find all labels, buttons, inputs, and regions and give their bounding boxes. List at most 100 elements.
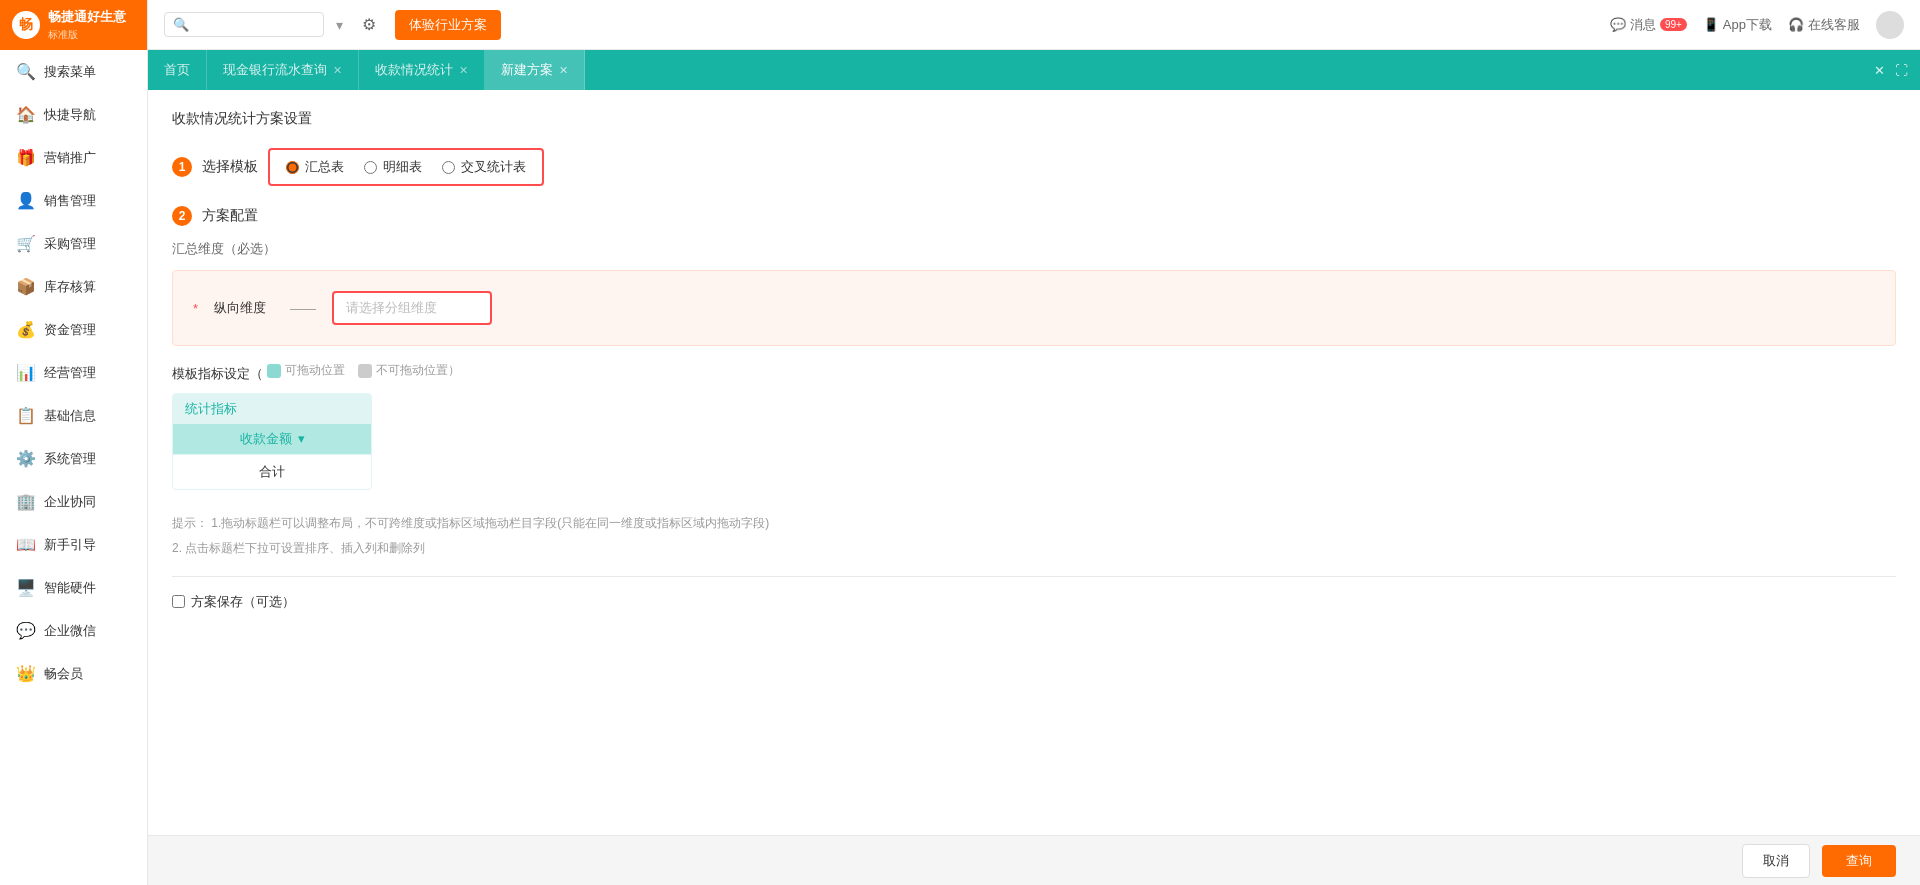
template-radio-group: 汇总表 明细表 交叉统计表: [268, 148, 544, 186]
section1-num: 1: [172, 157, 192, 177]
metrics-label-text: 模板指标设定（ 可拖动位置 不可拖动位置）: [172, 362, 460, 383]
radio-cross-input[interactable]: [442, 161, 455, 174]
sidebar-item-system[interactable]: ⚙️ 系统管理: [0, 437, 147, 480]
radio-detail[interactable]: 明细表: [364, 158, 422, 176]
sidebar-item-inventory[interactable]: 📦 库存核算: [0, 265, 147, 308]
sidebar-item-purchase[interactable]: 🛒 采购管理: [0, 222, 147, 265]
section1-header: 1 选择模板 汇总表 明细表 交叉统计表: [172, 148, 1896, 186]
tab-new-plan-close[interactable]: ✕: [559, 64, 568, 77]
tab-cash-bank-close[interactable]: ✕: [333, 64, 342, 77]
tab-cash-bank[interactable]: 现金银行流水查询 ✕: [207, 50, 359, 90]
support-button[interactable]: 🎧 在线客服: [1788, 16, 1860, 34]
sidebar-item-enterprise-coop[interactable]: 🏢 企业协同: [0, 480, 147, 523]
save-checkbox[interactable]: [172, 595, 185, 608]
sidebar-logo: 畅 畅捷通好生意 标准版: [0, 0, 147, 50]
tab-cash-bank-label: 现金银行流水查询: [223, 61, 327, 79]
section2-num: 2: [172, 206, 192, 226]
sidebar-item-operations[interactable]: 📊 经营管理: [0, 351, 147, 394]
non-draggable-dot: [358, 364, 372, 378]
vip-icon: 👑: [16, 664, 36, 683]
arrow-icon: ——: [290, 301, 316, 316]
sidebar-item-finance[interactable]: 💰 资金管理: [0, 308, 147, 351]
dimension-section-label: 汇总维度（必选）: [172, 240, 1896, 258]
search-menu-icon: 🔍: [16, 62, 36, 81]
sidebar-item-label: 智能硬件: [44, 579, 96, 597]
enterprise-wechat-icon: 💬: [16, 621, 36, 640]
tab-close-all-icon[interactable]: ✕: [1874, 63, 1885, 78]
non-draggable-label: 不可拖动位置）: [376, 362, 460, 379]
tip-1: 提示： 1.拖动标题栏可以调整布局，不可跨维度或指标区域拖动栏目字段(只能在同一…: [172, 513, 1896, 535]
logo-icon: 畅: [12, 11, 40, 39]
quick-nav-icon: 🏠: [16, 105, 36, 124]
tab-collection-stats-label: 收款情况统计: [375, 61, 453, 79]
metrics-section: 模板指标设定（ 可拖动位置 不可拖动位置）: [172, 362, 1896, 493]
tab-collection-stats[interactable]: 收款情况统计 ✕: [359, 50, 485, 90]
sidebar-item-search-menu[interactable]: 🔍 搜索菜单: [0, 50, 147, 93]
tab-new-plan[interactable]: 新建方案 ✕: [485, 50, 585, 90]
search-box[interactable]: 🔍: [164, 12, 324, 37]
tabs-actions: ✕ ⛶: [1862, 50, 1920, 90]
sidebar-item-label: 系统管理: [44, 450, 96, 468]
search-input[interactable]: [195, 18, 315, 32]
section2-header: 2 方案配置: [172, 206, 1896, 226]
marketing-icon: 🎁: [16, 148, 36, 167]
sidebar-item-enterprise-wechat[interactable]: 💬 企业微信: [0, 609, 147, 652]
radio-cross[interactable]: 交叉统计表: [442, 158, 526, 176]
radio-summary[interactable]: 汇总表: [286, 158, 344, 176]
sales-icon: 👤: [16, 191, 36, 210]
bottom-bar: 取消 查询: [148, 835, 1920, 885]
sidebar-item-label: 快捷导航: [44, 106, 96, 124]
sidebar-item-marketing[interactable]: 🎁 营销推广: [0, 136, 147, 179]
sidebar: 畅 畅捷通好生意 标准版 🔍 搜索菜单 🏠 快捷导航 🎁 营销推广 👤 销售管理…: [0, 0, 148, 885]
message-label: 消息: [1630, 16, 1656, 34]
message-button[interactable]: 💬 消息 99+: [1610, 16, 1687, 34]
logo-badge: 标准版: [48, 28, 126, 42]
dimension-select[interactable]: 请选择分组维度: [332, 291, 492, 325]
enterprise-coop-icon: 🏢: [16, 492, 36, 511]
section2-title: 方案配置: [202, 207, 258, 225]
app-download-button[interactable]: 📱 App下载: [1703, 16, 1772, 34]
tips-section: 提示： 1.拖动标题栏可以调整布局，不可跨维度或指标区域拖动栏目字段(只能在同一…: [172, 513, 1896, 560]
guide-icon: 📖: [16, 535, 36, 554]
support-label: 在线客服: [1808, 16, 1860, 34]
tab-home[interactable]: 首页: [148, 50, 207, 90]
sidebar-item-label: 库存核算: [44, 278, 96, 296]
metrics-col-header-row: 收款金额 ▾: [173, 424, 371, 454]
settings-icon[interactable]: ⚙: [355, 11, 383, 39]
tab-expand-icon[interactable]: ⛶: [1895, 63, 1908, 78]
dimension-row: * 纵向维度 —— 请选择分组维度: [193, 291, 1875, 325]
tab-collection-stats-close[interactable]: ✕: [459, 64, 468, 77]
section-template: 1 选择模板 汇总表 明细表 交叉统计表: [172, 148, 1896, 186]
sidebar-item-sales[interactable]: 👤 销售管理: [0, 179, 147, 222]
smart-hardware-icon: 🖥️: [16, 578, 36, 597]
sidebar-item-label: 经营管理: [44, 364, 96, 382]
dimension-area: * 纵向维度 —— 请选择分组维度: [172, 270, 1896, 346]
radio-detail-input[interactable]: [364, 161, 377, 174]
radio-cross-label: 交叉统计表: [461, 158, 526, 176]
industry-solution-button[interactable]: 体验行业方案: [395, 10, 501, 40]
metrics-table-header: 统计指标: [173, 394, 371, 424]
support-icon: 🎧: [1788, 17, 1804, 32]
sidebar-item-quick-nav[interactable]: 🏠 快捷导航: [0, 93, 147, 136]
cancel-button[interactable]: 取消: [1742, 844, 1810, 878]
radio-summary-input[interactable]: [286, 161, 299, 174]
sidebar-item-label: 企业协同: [44, 493, 96, 511]
sidebar-item-guide[interactable]: 📖 新手引导: [0, 523, 147, 566]
radio-summary-label: 汇总表: [305, 158, 344, 176]
topbar: 🔍 ▾ ⚙ 体验行业方案 💬 消息 99+ 📱 App下载 🎧 在线客服: [148, 0, 1920, 50]
page-content: 收款情况统计方案设置 1 选择模板 汇总表 明细表: [148, 90, 1920, 835]
sidebar-item-basic-info[interactable]: 📋 基础信息: [0, 394, 147, 437]
tab-new-plan-label: 新建方案: [501, 61, 553, 79]
sidebar-item-smart-hardware[interactable]: 🖥️ 智能硬件: [0, 566, 147, 609]
finance-icon: 💰: [16, 320, 36, 339]
query-button[interactable]: 查询: [1822, 845, 1896, 877]
topbar-dropdown-icon[interactable]: ▾: [336, 17, 343, 33]
sidebar-item-vip[interactable]: 👑 畅会员: [0, 652, 147, 695]
save-option: 方案保存（可选）: [172, 576, 1896, 611]
col-dropdown-icon[interactable]: ▾: [298, 431, 305, 446]
operations-icon: 📊: [16, 363, 36, 382]
user-avatar[interactable]: [1876, 11, 1904, 39]
radio-detail-label: 明细表: [383, 158, 422, 176]
sidebar-item-label: 营销推广: [44, 149, 96, 167]
metrics-label-row: 模板指标设定（ 可拖动位置 不可拖动位置）: [172, 362, 1896, 383]
